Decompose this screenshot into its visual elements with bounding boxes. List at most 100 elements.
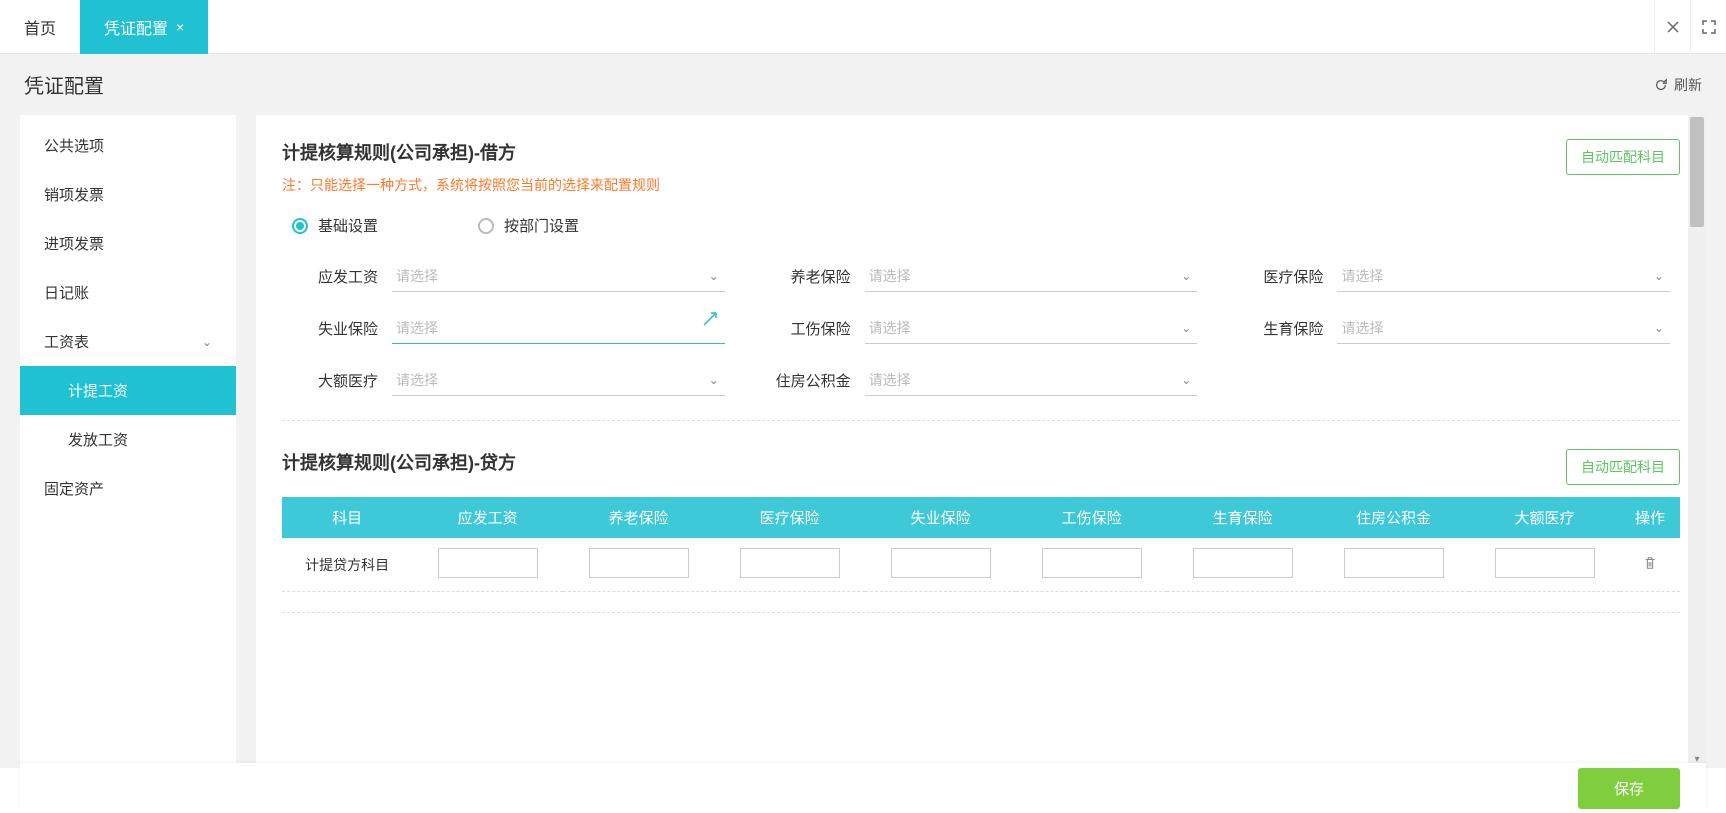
footer: 保存 bbox=[20, 763, 1706, 813]
scrollbar[interactable]: ▾ bbox=[1688, 115, 1706, 768]
select-placeholder: 请选择 bbox=[396, 318, 438, 338]
th-dae: 大额医疗 bbox=[1469, 497, 1620, 538]
sidebar-item-label: 日记账 bbox=[44, 282, 89, 303]
select-placeholder: 请选择 bbox=[869, 318, 911, 338]
select-dae[interactable]: 请选择⌄ bbox=[392, 364, 725, 396]
field-yanglao: 养老保险 请选择 ⌄ bbox=[765, 260, 1198, 292]
select-placeholder: 请选择 bbox=[396, 266, 438, 286]
fullscreen-button[interactable] bbox=[1690, 0, 1726, 54]
field-shiye: 失业保险 请选择 bbox=[292, 312, 725, 344]
page-title: 凭证配置 bbox=[24, 70, 104, 99]
sidebar-item-sales-invoice[interactable]: 销项发票 bbox=[20, 170, 236, 219]
fullscreen-icon bbox=[1701, 19, 1717, 35]
close-icon bbox=[1665, 19, 1681, 35]
cell-input-yingfa[interactable] bbox=[438, 548, 538, 578]
th-yingfa: 应发工资 bbox=[412, 497, 563, 538]
chevron-down-icon: ⌄ bbox=[202, 335, 212, 349]
chevron-down-icon: ⌄ bbox=[1181, 373, 1191, 387]
field-label: 养老保险 bbox=[765, 266, 851, 287]
chevron-down-icon: ⌄ bbox=[1654, 269, 1664, 283]
scrollbar-thumb[interactable] bbox=[1690, 117, 1704, 227]
field-label: 失业保险 bbox=[292, 318, 378, 339]
tab-home-label: 首页 bbox=[24, 15, 56, 39]
select-yiliao[interactable]: 请选择 ⌄ bbox=[1337, 260, 1670, 292]
field-shengyu: 生育保险 请选择 ⌄ bbox=[1237, 312, 1670, 344]
sidebar-item-journal[interactable]: 日记账 bbox=[20, 268, 236, 317]
chevron-down-icon: ⌄ bbox=[1654, 321, 1664, 335]
chevron-down-icon: ⌄ bbox=[1181, 269, 1191, 283]
th-shiye: 失业保险 bbox=[865, 497, 1016, 538]
select-shengyu[interactable]: 请选择 ⌄ bbox=[1337, 312, 1670, 344]
auto-match-debit-button[interactable]: 自动匹配科目 bbox=[1566, 139, 1680, 175]
tabs-bar: 首页 凭证配置 × bbox=[0, 0, 1726, 54]
radio-icon bbox=[292, 218, 308, 234]
sidebar-item-public[interactable]: 公共选项 bbox=[20, 121, 236, 170]
tab-home[interactable]: 首页 bbox=[0, 0, 80, 54]
cell-input-gongshang[interactable] bbox=[1042, 548, 1142, 578]
th-gongjijin: 住房公积金 bbox=[1318, 497, 1469, 538]
select-placeholder: 请选择 bbox=[869, 266, 911, 286]
window-close-button[interactable] bbox=[1654, 0, 1690, 54]
th-gongshang: 工伤保险 bbox=[1016, 497, 1167, 538]
radio-group-mode: 基础设置 按部门设置 bbox=[282, 215, 1680, 236]
cell-input-yanglao[interactable] bbox=[589, 548, 689, 578]
field-gongjijin: 住房公积金 请选择 ⌄ bbox=[765, 364, 1198, 396]
field-gongshang: 工伤保险 请选择 ⌄ bbox=[765, 312, 1198, 344]
chevron-down-icon: ⌄ bbox=[709, 269, 719, 283]
sidebar-item-label: 发放工资 bbox=[68, 429, 128, 450]
page-header: 凭证配置 刷新 bbox=[0, 54, 1726, 115]
select-placeholder: 请选择 bbox=[1341, 318, 1383, 338]
cell-input-yiliao[interactable] bbox=[740, 548, 840, 578]
select-placeholder: 请选择 bbox=[869, 370, 911, 390]
select-yingfa[interactable]: 请选择 ⌄ bbox=[392, 260, 725, 292]
select-placeholder: 请选择 bbox=[1341, 266, 1383, 286]
section-credit-title: 计提核算规则(公司承担)-贷方 bbox=[282, 449, 516, 475]
field-label: 生育保险 bbox=[1237, 318, 1323, 339]
sidebar-item-fixed-assets[interactable]: 固定资产 bbox=[20, 464, 236, 513]
section-debit-title: 计提核算规则(公司承担)-借方 bbox=[282, 139, 660, 165]
auto-match-credit-button[interactable]: 自动匹配科目 bbox=[1566, 449, 1680, 485]
sidebar-item-purchase-invoice[interactable]: 进项发票 bbox=[20, 219, 236, 268]
top-actions bbox=[1654, 0, 1726, 54]
tab-voucher-config[interactable]: 凭证配置 × bbox=[80, 0, 208, 54]
th-shengyu: 生育保险 bbox=[1167, 497, 1318, 538]
select-gongshang[interactable]: 请选择 ⌄ bbox=[865, 312, 1198, 344]
app-root: 首页 凭证配置 × 凭证配置 刷新 公共选项 销项发票 进项发票 日记账 工资表… bbox=[0, 0, 1726, 813]
cursor-icon bbox=[701, 308, 721, 331]
cell-input-shiye[interactable] bbox=[891, 548, 991, 578]
th-action: 操作 bbox=[1620, 497, 1680, 538]
radio-icon bbox=[478, 218, 494, 234]
select-yanglao[interactable]: 请选择 ⌄ bbox=[865, 260, 1198, 292]
close-icon[interactable]: × bbox=[176, 19, 184, 35]
field-label: 医疗保险 bbox=[1237, 266, 1323, 287]
chevron-down-icon: ⌄ bbox=[1181, 321, 1191, 335]
debit-form-grid: 应发工资 请选择⌄ 养老保险 请选择⌄ 医疗保险 请选择⌄ 失业保险 请选择 bbox=[282, 260, 1680, 421]
save-button[interactable]: 保存 bbox=[1578, 768, 1680, 809]
sidebar-item-accrual-salary[interactable]: 计提工资 bbox=[20, 366, 236, 415]
field-label: 住房公积金 bbox=[765, 370, 851, 391]
section-debit-head: 计提核算规则(公司承担)-借方 注：只能选择一种方式，系统将按照您当前的选择来配… bbox=[282, 139, 1680, 215]
sidebar-item-payroll[interactable]: 工资表⌄ bbox=[20, 317, 236, 366]
field-label: 大额医疗 bbox=[292, 370, 378, 391]
section-debit-note: 注：只能选择一种方式，系统将按照您当前的选择来配置规则 bbox=[282, 175, 660, 195]
sidebar-item-label: 销项发票 bbox=[44, 184, 104, 205]
select-gongjijin[interactable]: 请选择 ⌄ bbox=[865, 364, 1198, 396]
cell-input-shengyu[interactable] bbox=[1193, 548, 1293, 578]
main-panel: 计提核算规则(公司承担)-借方 注：只能选择一种方式，系统将按照您当前的选择来配… bbox=[256, 115, 1706, 768]
refresh-button[interactable]: 刷新 bbox=[1654, 75, 1702, 95]
sidebar: 公共选项 销项发票 进项发票 日记账 工资表⌄ 计提工资 发放工资 固定资产 bbox=[20, 115, 236, 768]
sidebar-item-pay-salary[interactable]: 发放工资 bbox=[20, 415, 236, 464]
th-subject: 科目 bbox=[282, 497, 412, 538]
field-label: 工伤保险 bbox=[765, 318, 851, 339]
trash-icon[interactable] bbox=[1643, 557, 1657, 573]
radio-basic[interactable]: 基础设置 bbox=[292, 215, 378, 236]
refresh-label: 刷新 bbox=[1674, 75, 1702, 95]
radio-basic-label: 基础设置 bbox=[318, 215, 378, 236]
radio-dept[interactable]: 按部门设置 bbox=[478, 215, 579, 236]
cell-input-dae[interactable] bbox=[1495, 548, 1595, 578]
chevron-down-icon: ⌄ bbox=[709, 373, 719, 387]
select-shiye[interactable]: 请选择 bbox=[392, 312, 725, 344]
cell-input-gongjijin[interactable] bbox=[1344, 548, 1444, 578]
separator bbox=[282, 612, 1680, 613]
sidebar-item-label: 进项发票 bbox=[44, 233, 104, 254]
